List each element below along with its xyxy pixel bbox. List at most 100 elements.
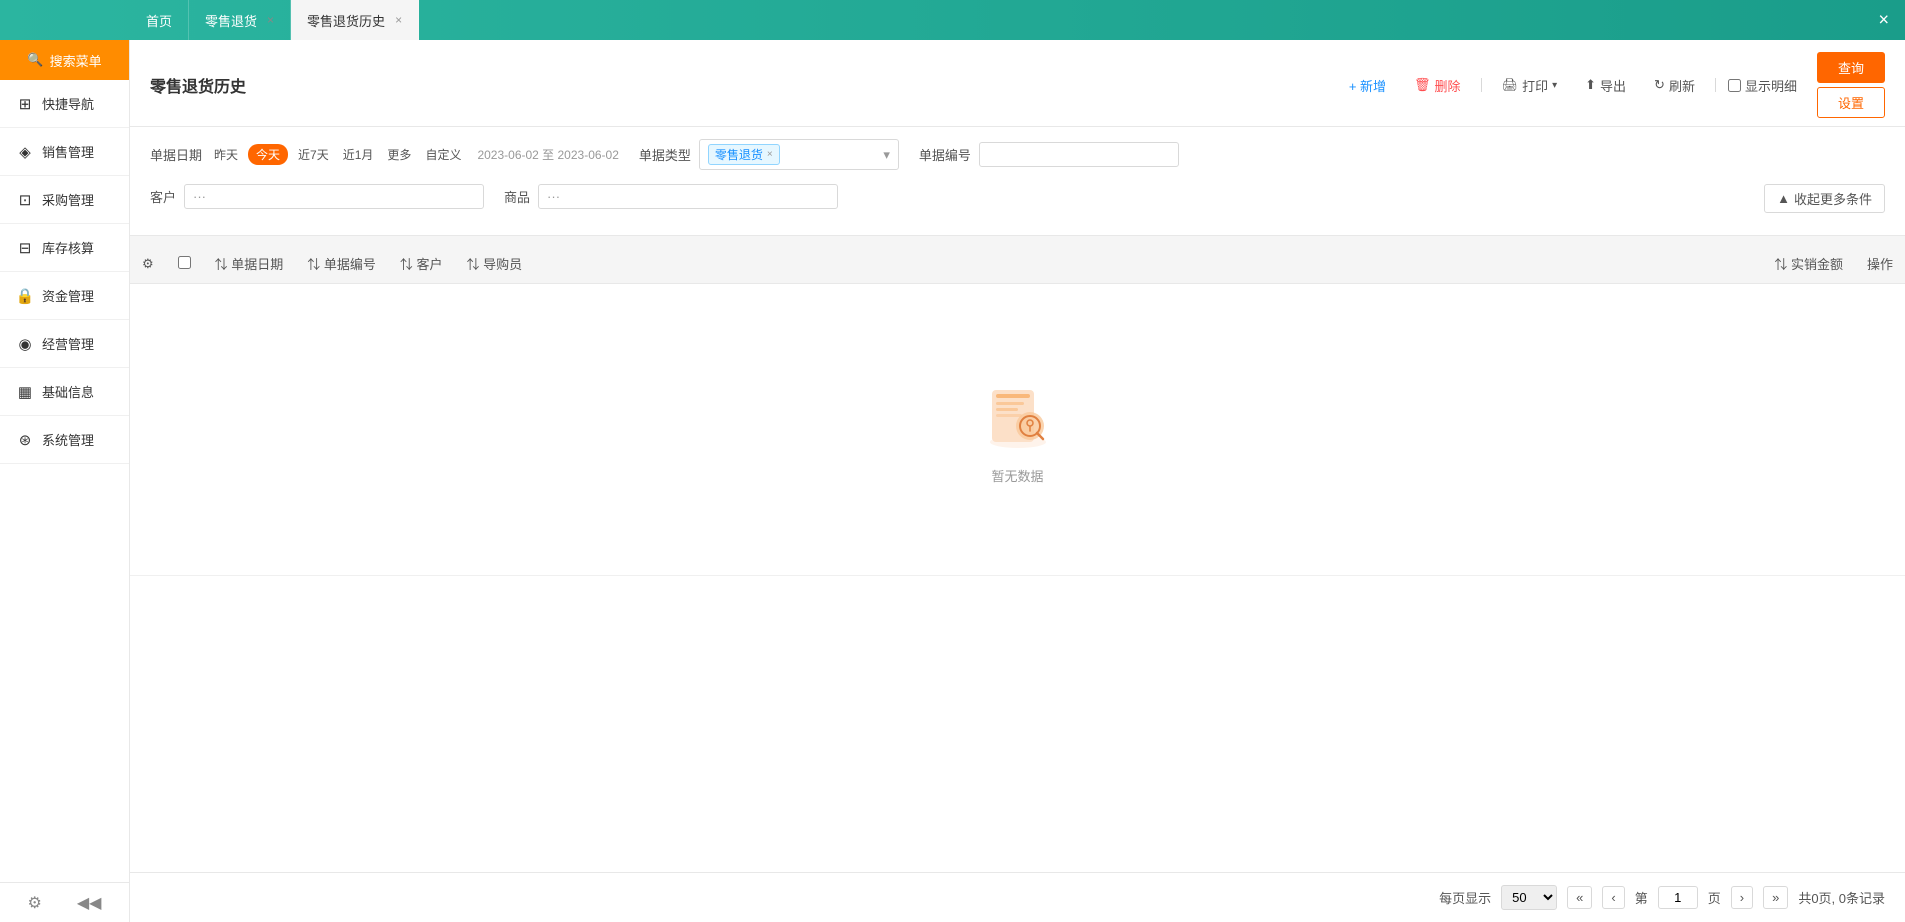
delete-button[interactable]: 🗑 删除 xyxy=(1406,72,1469,99)
date-btn-today[interactable]: 今天 xyxy=(248,144,288,165)
table-header-row: ⚙ ⇅ 单据日期 ⇅ 单据编号 ⇅ 客户 xyxy=(130,244,1905,284)
empty-row: 暂无数据 xyxy=(130,284,1905,576)
empty-state: 暂无数据 xyxy=(142,294,1893,565)
date-btn-custom[interactable]: 自定义 xyxy=(421,144,465,165)
settings-col-icon[interactable]: ⚙ xyxy=(142,256,154,271)
page-size-label: 每页显示 xyxy=(1439,888,1491,907)
date-btn-more[interactable]: 更多 xyxy=(383,144,415,165)
sidebar-nav: ⊞ 快捷导航 ◈ 销售管理 ⊡ 采购管理 ⊟ 库存核算 🔒 资金管理 ◉ 经营管… xyxy=(0,80,129,882)
select-all-checkbox[interactable] xyxy=(178,256,191,269)
export-icon: ⬆ xyxy=(1585,77,1596,93)
first-page-btn[interactable]: « xyxy=(1567,886,1592,909)
col-amount[interactable]: ⇅ 实销金额 xyxy=(1762,244,1855,284)
next-page-btn[interactable]: › xyxy=(1731,886,1753,909)
tab-retail-return[interactable]: 零售退货 × xyxy=(189,0,291,40)
sidebar-item-basic-info[interactable]: ▦ 基础信息 xyxy=(0,368,129,416)
sidebar-item-capital-mgmt[interactable]: 🔒 资金管理 xyxy=(0,272,129,320)
sidebar-item-capital-mgmt-label: 资金管理 xyxy=(42,286,94,305)
sidebar-footer: ⚙ ◀◀ xyxy=(0,882,129,922)
last-page-btn[interactable]: » xyxy=(1763,886,1788,909)
tab-retail-return-history-close[interactable]: × xyxy=(395,13,402,27)
col-date-label: ⇅ 单据日期 xyxy=(215,257,284,272)
sidebar-item-inventory[interactable]: ⊟ 库存核算 xyxy=(0,224,129,272)
basic-info-icon: ▦ xyxy=(16,383,34,401)
prev-page-btn[interactable]: ‹ xyxy=(1602,886,1624,909)
query-button[interactable]: 查询 xyxy=(1817,52,1885,83)
sidebar: 🔍 搜索菜单 ⊞ 快捷导航 ◈ 销售管理 ⊡ 采购管理 ⊟ 库存核算 🔒 资金 xyxy=(0,40,130,922)
tab-home[interactable]: 首页 xyxy=(130,0,189,40)
col-settings[interactable]: ⚙ xyxy=(130,244,166,284)
col-spacer xyxy=(534,244,1762,284)
refresh-icon: ↻ xyxy=(1654,77,1665,93)
display-detail-checkbox[interactable] xyxy=(1728,79,1741,92)
collapse-button[interactable]: ▲ 收起更多条件 xyxy=(1764,184,1885,213)
divider-1 xyxy=(1481,78,1482,92)
refresh-label: 刷新 xyxy=(1669,76,1695,95)
sidebar-item-inventory-label: 库存核算 xyxy=(42,238,94,257)
sidebar-search-label: 搜索菜单 xyxy=(50,51,102,70)
customer-select[interactable]: ··· xyxy=(184,184,484,209)
print-label: 打印 xyxy=(1522,76,1548,95)
goods-select[interactable]: ··· xyxy=(538,184,838,209)
col-customer[interactable]: ⇅ 客户 xyxy=(388,244,455,284)
capital-mgmt-icon: 🔒 xyxy=(16,287,34,305)
sidebar-item-sales-mgmt-label: 销售管理 xyxy=(42,142,94,161)
export-button[interactable]: ⬆ 导出 xyxy=(1577,72,1634,99)
page-size-select[interactable]: 20 50 100 xyxy=(1501,885,1557,910)
type-tag[interactable]: 零售退货 × xyxy=(708,144,780,165)
tab-retail-return-history[interactable]: 零售退货历史 × xyxy=(291,0,419,40)
date-btn-1month[interactable]: 近1月 xyxy=(339,144,378,165)
settings-icon[interactable]: ⚙ xyxy=(28,893,42,913)
sales-mgmt-icon: ◈ xyxy=(16,143,34,161)
top-bar: 首页 零售退货 × 零售退货历史 × × xyxy=(0,0,1905,40)
table-body: 暂无数据 xyxy=(130,284,1905,576)
sidebar-item-sales-mgmt[interactable]: ◈ 销售管理 xyxy=(0,128,129,176)
col-guide[interactable]: ⇅ 导购员 xyxy=(455,244,535,284)
main-layout: 🔍 搜索菜单 ⊞ 快捷导航 ◈ 销售管理 ⊡ 采购管理 ⊟ 库存核算 🔒 资金 xyxy=(0,40,1905,922)
pagination: 每页显示 20 50 100 « ‹ 第 页 › » 共0页, 0条记录 xyxy=(130,872,1905,922)
col-checkbox[interactable] xyxy=(166,244,203,284)
tab-retail-return-close[interactable]: × xyxy=(267,13,274,27)
sidebar-item-purchase-mgmt-label: 采购管理 xyxy=(42,190,94,209)
date-filter-label: 单据日期 xyxy=(150,145,202,164)
col-number-label: ⇅ 单据编号 xyxy=(307,257,376,272)
print-icon: 🖨 xyxy=(1502,77,1519,93)
page-input[interactable] xyxy=(1658,886,1698,909)
tab-retail-return-label: 零售退货 xyxy=(205,11,257,30)
inventory-icon: ⊟ xyxy=(16,239,34,257)
type-select[interactable]: 零售退货 × ▾ xyxy=(699,139,899,170)
col-amount-label: ⇅ 实销金额 xyxy=(1774,257,1843,272)
sidebar-item-purchase-mgmt[interactable]: ⊡ 采购管理 xyxy=(0,176,129,224)
purchase-mgmt-icon: ⊡ xyxy=(16,191,34,209)
window-close-btn[interactable]: × xyxy=(1878,10,1889,31)
set-button[interactable]: 设置 xyxy=(1817,87,1885,118)
date-btn-7days[interactable]: 近7天 xyxy=(294,144,333,165)
export-label: 导出 xyxy=(1600,76,1626,95)
print-button[interactable]: 🖨 打印 ▾ xyxy=(1494,72,1566,99)
filter-area: 单据日期 昨天 今天 近7天 近1月 更多 自定义 2023-06-02 至 2… xyxy=(130,127,1905,236)
audio-icon[interactable]: ◀◀ xyxy=(77,893,102,913)
date-btn-group: 昨天 今天 近7天 近1月 更多 自定义 xyxy=(210,144,465,165)
sidebar-item-ops-mgmt[interactable]: ◉ 经营管理 xyxy=(0,320,129,368)
sidebar-item-quick-nav[interactable]: ⊞ 快捷导航 xyxy=(0,80,129,128)
type-filter-label: 单据类型 xyxy=(639,145,691,164)
type-tag-close[interactable]: × xyxy=(767,149,773,160)
col-number[interactable]: ⇅ 单据编号 xyxy=(295,244,388,284)
col-date[interactable]: ⇅ 单据日期 xyxy=(203,244,296,284)
display-detail-label: 显示明细 xyxy=(1745,76,1797,95)
number-input[interactable] xyxy=(979,142,1179,167)
sidebar-search[interactable]: 🔍 搜索菜单 xyxy=(0,40,129,80)
add-button[interactable]: + 新增 xyxy=(1341,72,1394,99)
type-select-arrow: ▾ xyxy=(883,147,890,163)
sidebar-item-basic-info-label: 基础信息 xyxy=(42,382,94,401)
goods-filter: 商品 ··· xyxy=(504,184,838,209)
table-header: ⚙ ⇅ 单据日期 ⇅ 单据编号 ⇅ 客户 xyxy=(130,244,1905,284)
sidebar-item-system-mgmt[interactable]: ⊛ 系统管理 xyxy=(0,416,129,464)
display-detail[interactable]: 显示明细 xyxy=(1728,76,1797,95)
page-label-suffix: 页 xyxy=(1708,888,1721,907)
date-filter: 单据日期 昨天 今天 近7天 近1月 更多 自定义 2023-06-02 至 2… xyxy=(150,144,619,165)
refresh-button[interactable]: ↻ 刷新 xyxy=(1646,72,1703,99)
tab-retail-return-history-label: 零售退货历史 xyxy=(307,11,385,30)
collapse-icon: ▲ xyxy=(1777,191,1790,206)
date-btn-yesterday[interactable]: 昨天 xyxy=(210,144,242,165)
